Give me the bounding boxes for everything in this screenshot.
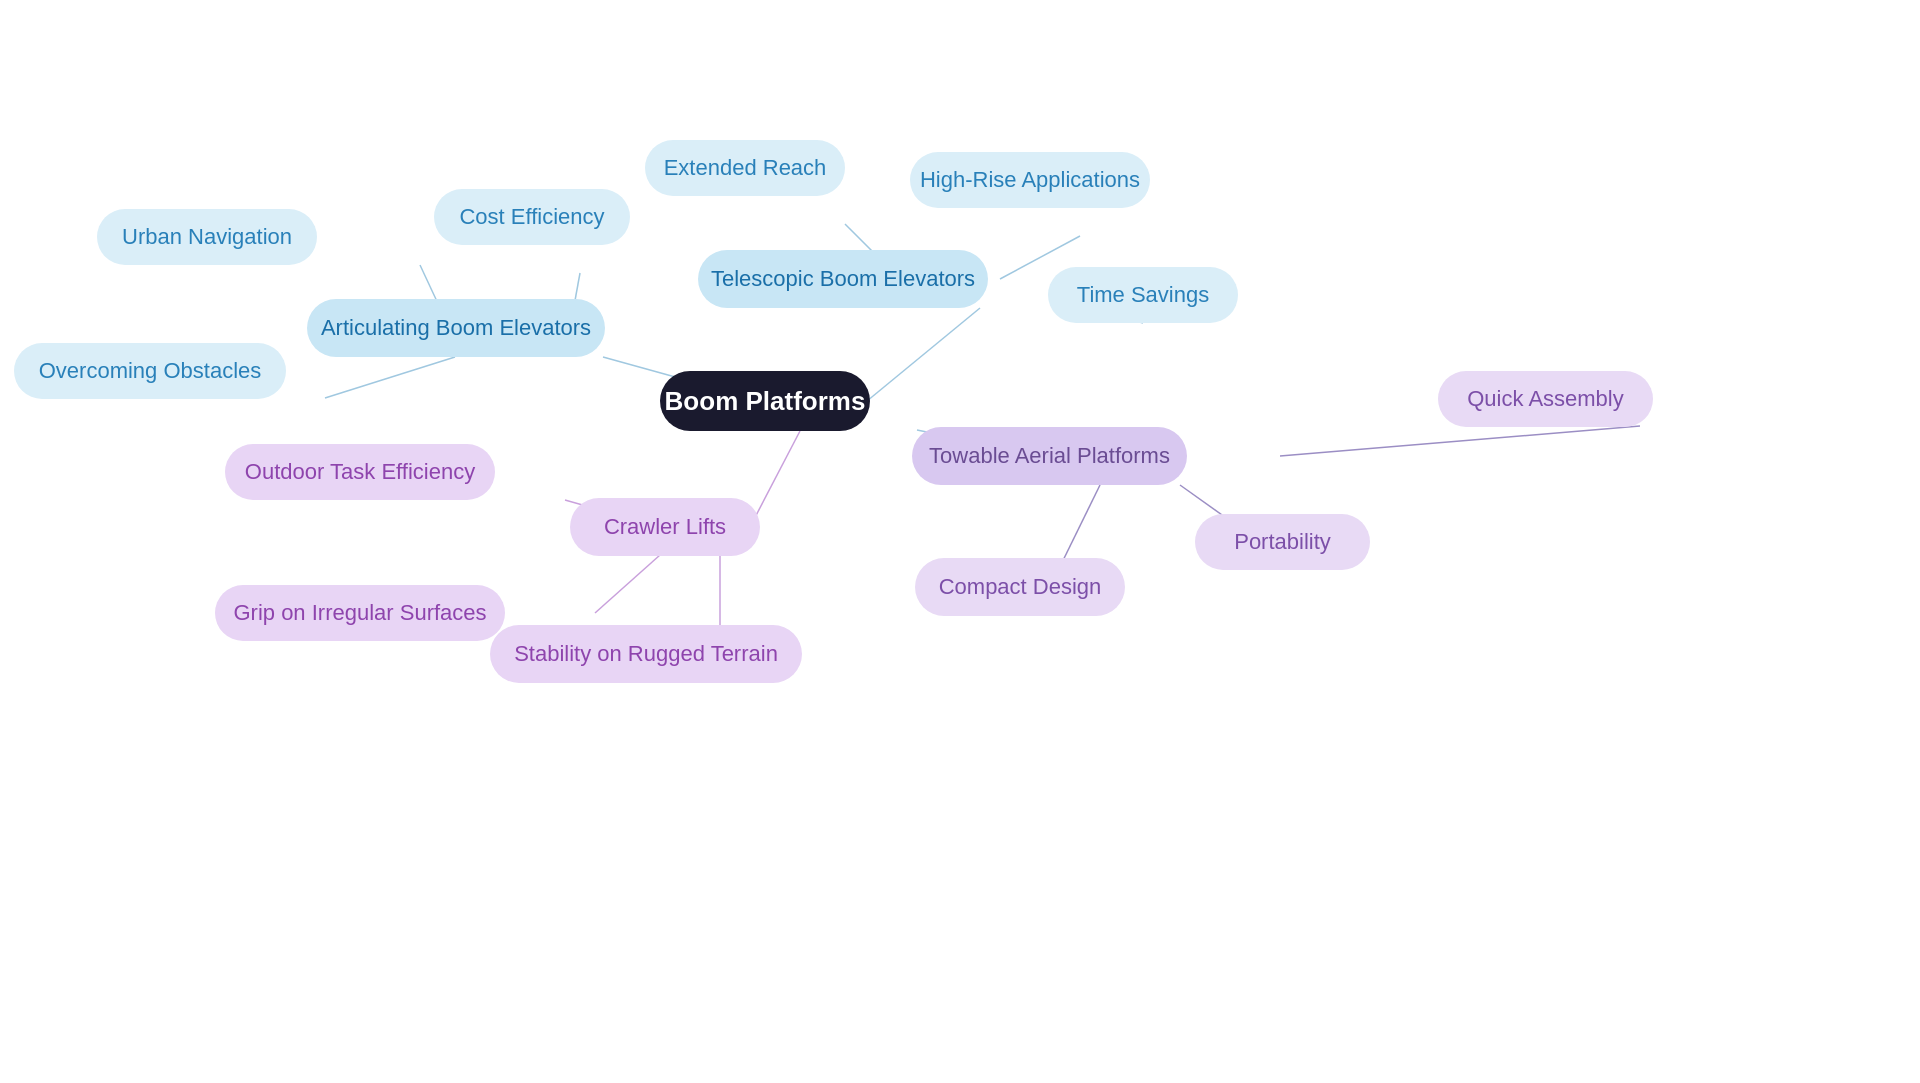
node-cost-efficiency: Cost Efficiency	[434, 189, 630, 245]
node-compact-design: Compact Design	[915, 558, 1125, 616]
node-high-rise: High-Rise Applications	[910, 152, 1150, 208]
node-towable: Towable Aerial Platforms	[912, 427, 1187, 485]
node-articulating: Articulating Boom Elevators	[307, 299, 605, 357]
node-crawler: Crawler Lifts	[570, 498, 760, 556]
svg-line-10	[1280, 426, 1640, 456]
node-telescopic: Telescopic Boom Elevators	[698, 250, 988, 308]
node-quick-assembly: Quick Assembly	[1438, 371, 1653, 427]
node-grip: Grip on Irregular Surfaces	[215, 585, 505, 641]
mindmap-container: Boom Platforms Telescopic Boom Elevators…	[0, 0, 1920, 1083]
node-portability: Portability	[1195, 514, 1370, 570]
node-overcoming: Overcoming Obstacles	[14, 343, 286, 399]
svg-line-14	[595, 555, 660, 613]
node-time-savings: Time Savings	[1048, 267, 1238, 323]
svg-line-3	[750, 431, 800, 527]
node-outdoor-task: Outdoor Task Efficiency	[225, 444, 495, 500]
svg-line-9	[325, 357, 455, 398]
node-stability: Stability on Rugged Terrain	[490, 625, 802, 683]
center-node: Boom Platforms	[660, 371, 870, 431]
node-urban-navigation: Urban Navigation	[97, 209, 317, 265]
node-extended-reach: Extended Reach	[645, 140, 845, 196]
svg-line-0	[867, 308, 980, 401]
